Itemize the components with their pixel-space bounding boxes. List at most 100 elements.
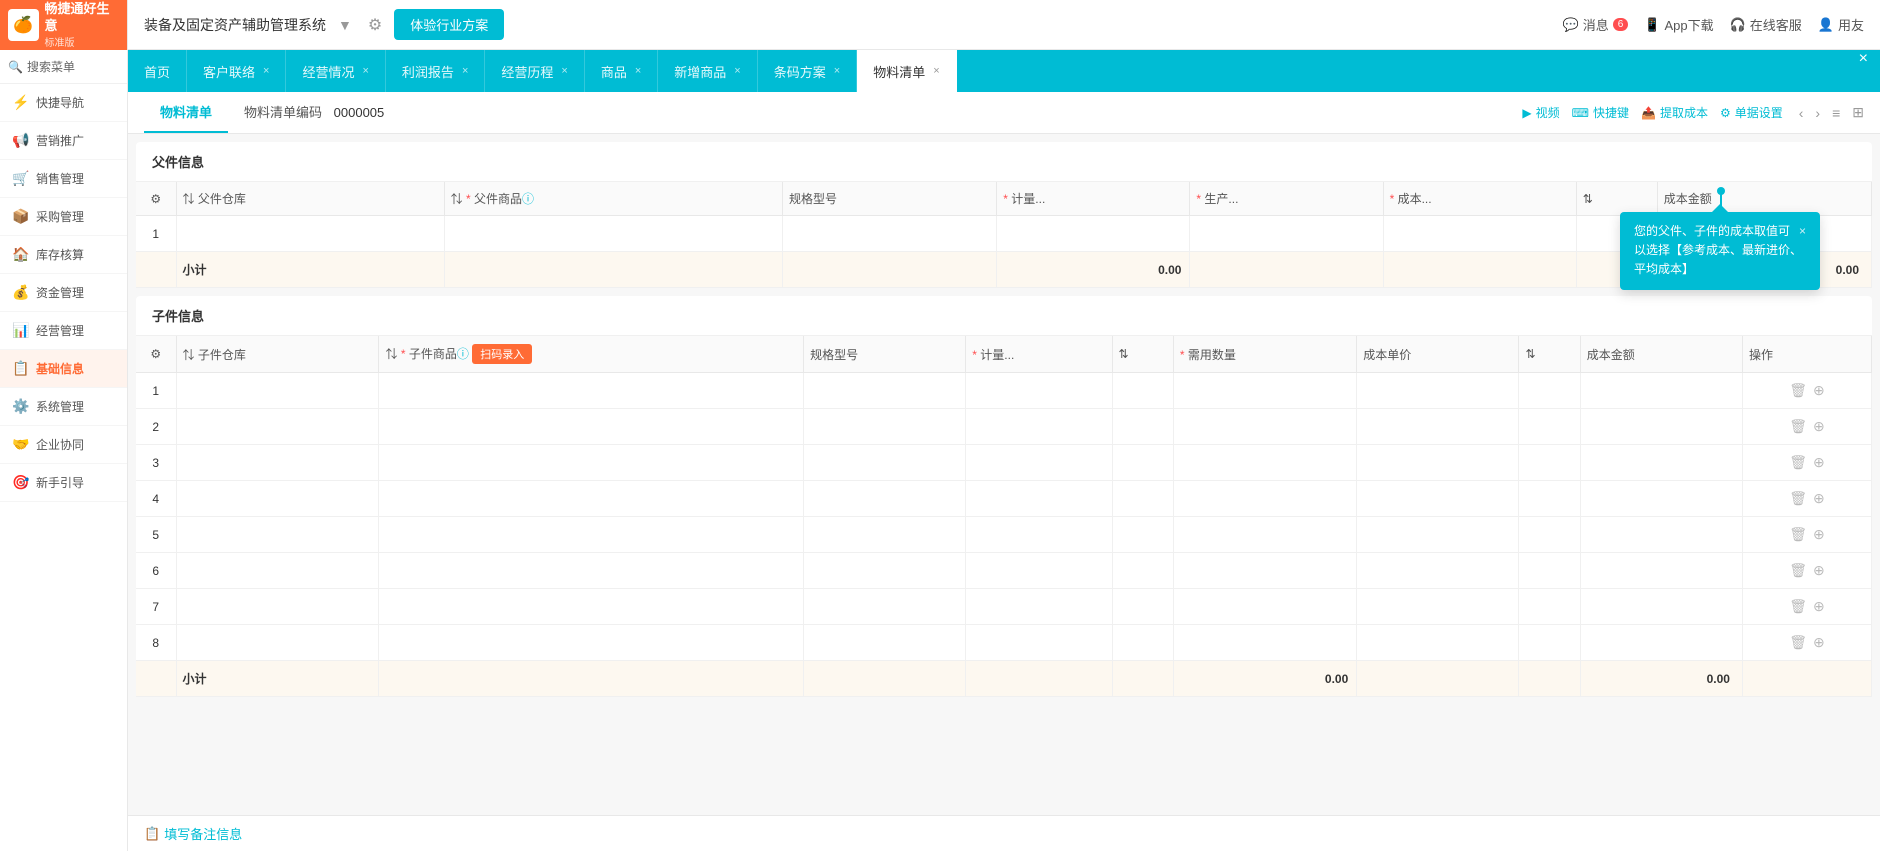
child-row-1-needed[interactable] — [1173, 373, 1356, 409]
child-row-8-spec[interactable] — [804, 625, 966, 661]
child-col-gear[interactable]: ⚙ — [136, 336, 176, 373]
sub-tab-bom-list[interactable]: 物料清单 — [144, 92, 228, 133]
sub-tab-bom-code[interactable]: 物料清单编码 0000005 — [228, 92, 400, 133]
user-button[interactable]: 👤 用友 — [1818, 15, 1864, 34]
child-row-2-unit[interactable] — [966, 409, 1112, 445]
child-row-8-delete-icon[interactable]: 🗑 — [1789, 634, 1807, 651]
child-row-7-unit[interactable] — [966, 589, 1112, 625]
child-row-2-goods[interactable] — [379, 409, 804, 445]
child-row-4-warehouse[interactable] — [176, 481, 379, 517]
tab-business-close[interactable]: × — [362, 65, 368, 77]
child-row-7-needed[interactable] — [1173, 589, 1356, 625]
child-row-6-unit-cost[interactable] — [1357, 553, 1519, 589]
child-row-1-warehouse[interactable] — [176, 373, 379, 409]
child-row-7-copy-icon[interactable]: ⊕ — [1813, 598, 1825, 615]
action-shortcut[interactable]: ⌨ 快捷键 — [1572, 104, 1629, 121]
sidebar-item-system[interactable]: ⚙️ 系统管理 — [0, 388, 127, 426]
tab-customer-close[interactable]: × — [263, 65, 269, 77]
tab-bom[interactable]: 物料清单 × — [857, 50, 956, 92]
child-row-3-unit[interactable] — [966, 445, 1112, 481]
child-row-3-needed[interactable] — [1173, 445, 1356, 481]
sidebar-item-sales[interactable]: 🛒 销售管理 — [0, 160, 127, 198]
child-row-3-copy-icon[interactable]: ⊕ — [1813, 454, 1825, 471]
tab-profit[interactable]: 利润报告 × — [386, 50, 485, 92]
child-row-2-spec[interactable] — [804, 409, 966, 445]
child-row-5-goods[interactable] — [379, 517, 804, 553]
tab-goods-close[interactable]: × — [635, 65, 641, 77]
action-single-setting[interactable]: ⚙ 单据设置 — [1720, 104, 1783, 121]
parent-row-1-spec[interactable] — [783, 216, 997, 252]
scan-button[interactable]: 扫码录入 — [472, 344, 532, 364]
close-all-tabs[interactable]: × — [1847, 50, 1880, 92]
child-row-3-delete-icon[interactable]: 🗑 — [1789, 454, 1807, 471]
action-extract-cost[interactable]: 📤 提取成本 — [1641, 104, 1708, 121]
app-download-button[interactable]: 📱 App下载 — [1644, 15, 1713, 34]
child-row-2-delete-icon[interactable]: 🗑 — [1789, 418, 1807, 435]
child-row-8-copy-icon[interactable]: ⊕ — [1813, 634, 1825, 651]
child-row-1-unit-cost[interactable] — [1357, 373, 1519, 409]
child-row-1-spec[interactable] — [804, 373, 966, 409]
child-row-3-spec[interactable] — [804, 445, 966, 481]
parent-row-1-production[interactable] — [1190, 216, 1383, 252]
parent-col-gear[interactable]: ⚙ — [136, 182, 176, 216]
child-row-4-needed[interactable] — [1173, 481, 1356, 517]
sidebar-item-guide[interactable]: 🎯 新手引导 — [0, 464, 127, 502]
sidebar-item-purchase[interactable]: 📦 采购管理 — [0, 198, 127, 236]
tab-new-goods-close[interactable]: × — [734, 65, 740, 77]
tab-barcode-close[interactable]: × — [834, 65, 840, 77]
action-view[interactable]: ▶ 视频 — [1522, 104, 1559, 121]
child-row-7-delete-icon[interactable]: 🗑 — [1789, 598, 1807, 615]
child-row-4-goods[interactable] — [379, 481, 804, 517]
sidebar-search[interactable]: 🔍 搜索菜单 — [0, 50, 127, 84]
tab-history-close[interactable]: × — [561, 65, 567, 77]
tab-home[interactable]: 首页 — [128, 50, 187, 92]
child-row-6-delete-icon[interactable]: 🗑 — [1789, 562, 1807, 579]
nav-next[interactable]: › — [1815, 105, 1820, 121]
child-row-6-unit[interactable] — [966, 553, 1112, 589]
sidebar-item-finance[interactable]: 💰 资金管理 — [0, 274, 127, 312]
child-row-5-spec[interactable] — [804, 517, 966, 553]
sidebar-item-marketing[interactable]: 📢 营销推广 — [0, 122, 127, 160]
child-row-3-warehouse[interactable] — [176, 445, 379, 481]
child-row-6-goods[interactable] — [379, 553, 804, 589]
child-row-1-delete-icon[interactable]: 🗑 — [1789, 382, 1807, 399]
message-button[interactable]: 💬 消息 6 — [1563, 15, 1629, 34]
child-row-4-unit-cost[interactable] — [1357, 481, 1519, 517]
child-row-5-unit-cost[interactable] — [1357, 517, 1519, 553]
child-row-1-copy-icon[interactable]: ⊕ — [1813, 382, 1825, 399]
child-row-7-goods[interactable] — [379, 589, 804, 625]
child-row-8-goods[interactable] — [379, 625, 804, 661]
sidebar-item-inventory[interactable]: 🏠 库存核算 — [0, 236, 127, 274]
sidebar-item-operation[interactable]: 📊 经营管理 — [0, 312, 127, 350]
child-row-7-spec[interactable] — [804, 589, 966, 625]
child-row-8-needed[interactable] — [1173, 625, 1356, 661]
child-row-6-copy-icon[interactable]: ⊕ — [1813, 562, 1825, 579]
child-row-4-copy-icon[interactable]: ⊕ — [1813, 490, 1825, 507]
tab-history[interactable]: 经营历程 × — [485, 50, 584, 92]
child-row-5-copy-icon[interactable]: ⊕ — [1813, 526, 1825, 543]
child-row-6-needed[interactable] — [1173, 553, 1356, 589]
tab-business[interactable]: 经营情况 × — [286, 50, 385, 92]
tab-customer[interactable]: 客户联络 × — [187, 50, 286, 92]
sidebar-item-quick-nav[interactable]: ⚡ 快捷导航 — [0, 84, 127, 122]
tab-new-goods[interactable]: 新增商品 × — [658, 50, 757, 92]
parent-row-1-warehouse[interactable] — [176, 216, 444, 252]
child-row-5-delete-icon[interactable]: 🗑 — [1789, 526, 1807, 543]
add-note-button[interactable]: 📋 填写备注信息 — [144, 824, 242, 843]
parent-row-1-cost[interactable] — [1383, 216, 1576, 252]
nav-menu[interactable]: ≡ — [1832, 105, 1840, 121]
nav-prev[interactable]: ‹ — [1799, 105, 1804, 121]
child-row-8-unit-cost[interactable] — [1357, 625, 1519, 661]
child-row-2-copy-icon[interactable]: ⊕ — [1813, 418, 1825, 435]
tab-bom-close[interactable]: × — [933, 65, 939, 77]
child-goods-info-icon[interactable]: ⓘ — [457, 347, 469, 361]
child-row-8-unit[interactable] — [966, 625, 1112, 661]
child-row-3-goods[interactable] — [379, 445, 804, 481]
trial-button[interactable]: 体验行业方案 — [394, 9, 504, 40]
child-row-1-goods[interactable] — [379, 373, 804, 409]
child-row-3-unit-cost[interactable] — [1357, 445, 1519, 481]
tab-profit-close[interactable]: × — [462, 65, 468, 77]
child-row-5-unit[interactable] — [966, 517, 1112, 553]
parent-row-1-goods[interactable] — [444, 216, 782, 252]
child-row-4-spec[interactable] — [804, 481, 966, 517]
